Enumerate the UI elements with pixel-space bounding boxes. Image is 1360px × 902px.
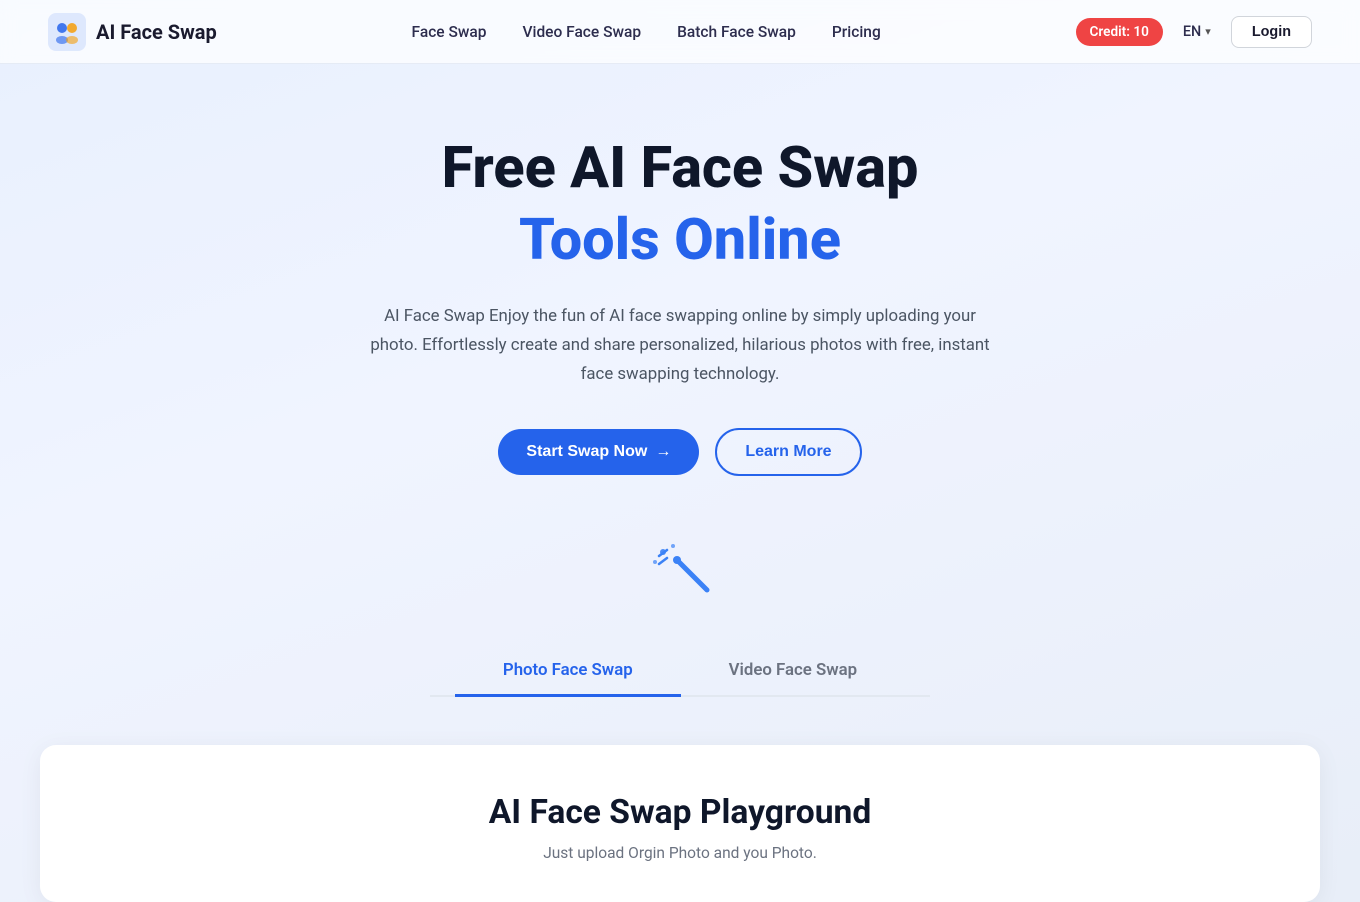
hero-title-line2: Tools Online <box>519 208 841 274</box>
nav-batch-face-swap[interactable]: Batch Face Swap <box>677 23 796 41</box>
nav-video-face-swap[interactable]: Video Face Swap <box>522 23 641 41</box>
nav-face-swap[interactable]: Face Swap <box>412 23 487 41</box>
navbar: AI Face Swap Face Swap Video Face Swap B… <box>0 0 1360 64</box>
learn-more-button[interactable]: Learn More <box>715 428 861 476</box>
logo-text: AI Face Swap <box>96 20 217 44</box>
start-swap-button[interactable]: Start Swap Now → <box>498 429 699 475</box>
navbar-actions: Credit: 10 EN ▾ Login <box>1076 16 1312 48</box>
magic-wand-container <box>645 536 715 610</box>
playground-section: AI Face Swap Playground Just upload Orgi… <box>40 745 1320 902</box>
lang-label: EN <box>1183 23 1201 40</box>
tab-photo-face-swap[interactable]: Photo Face Swap <box>455 646 681 697</box>
nav-pricing[interactable]: Pricing <box>832 23 881 41</box>
logo-link[interactable]: AI Face Swap <box>48 13 217 51</box>
hero-title-line1: Free AI Face Swap <box>442 136 919 202</box>
nav-links: Face Swap Video Face Swap Batch Face Swa… <box>412 23 881 41</box>
hero-section: Free AI Face Swap Tools Online AI Face S… <box>0 64 1360 745</box>
hero-subtitle: AI Face Swap Enjoy the fun of AI face sw… <box>370 302 990 388</box>
playground-subtitle: Just upload Orgin Photo and you Photo. <box>80 844 1280 862</box>
language-selector[interactable]: EN ▾ <box>1175 17 1219 46</box>
playground-title: AI Face Swap Playground <box>80 793 1280 832</box>
logo-icon <box>48 13 86 51</box>
chevron-down-icon: ▾ <box>1205 25 1211 38</box>
magic-wand-icon <box>645 536 715 606</box>
tabs-container: Photo Face Swap Video Face Swap <box>430 646 930 697</box>
login-button[interactable]: Login <box>1231 16 1312 48</box>
arrow-right-icon: → <box>655 443 671 461</box>
tab-video-face-swap[interactable]: Video Face Swap <box>681 646 905 697</box>
hero-buttons: Start Swap Now → Learn More <box>498 428 861 476</box>
credit-badge[interactable]: Credit: 10 <box>1076 18 1163 46</box>
